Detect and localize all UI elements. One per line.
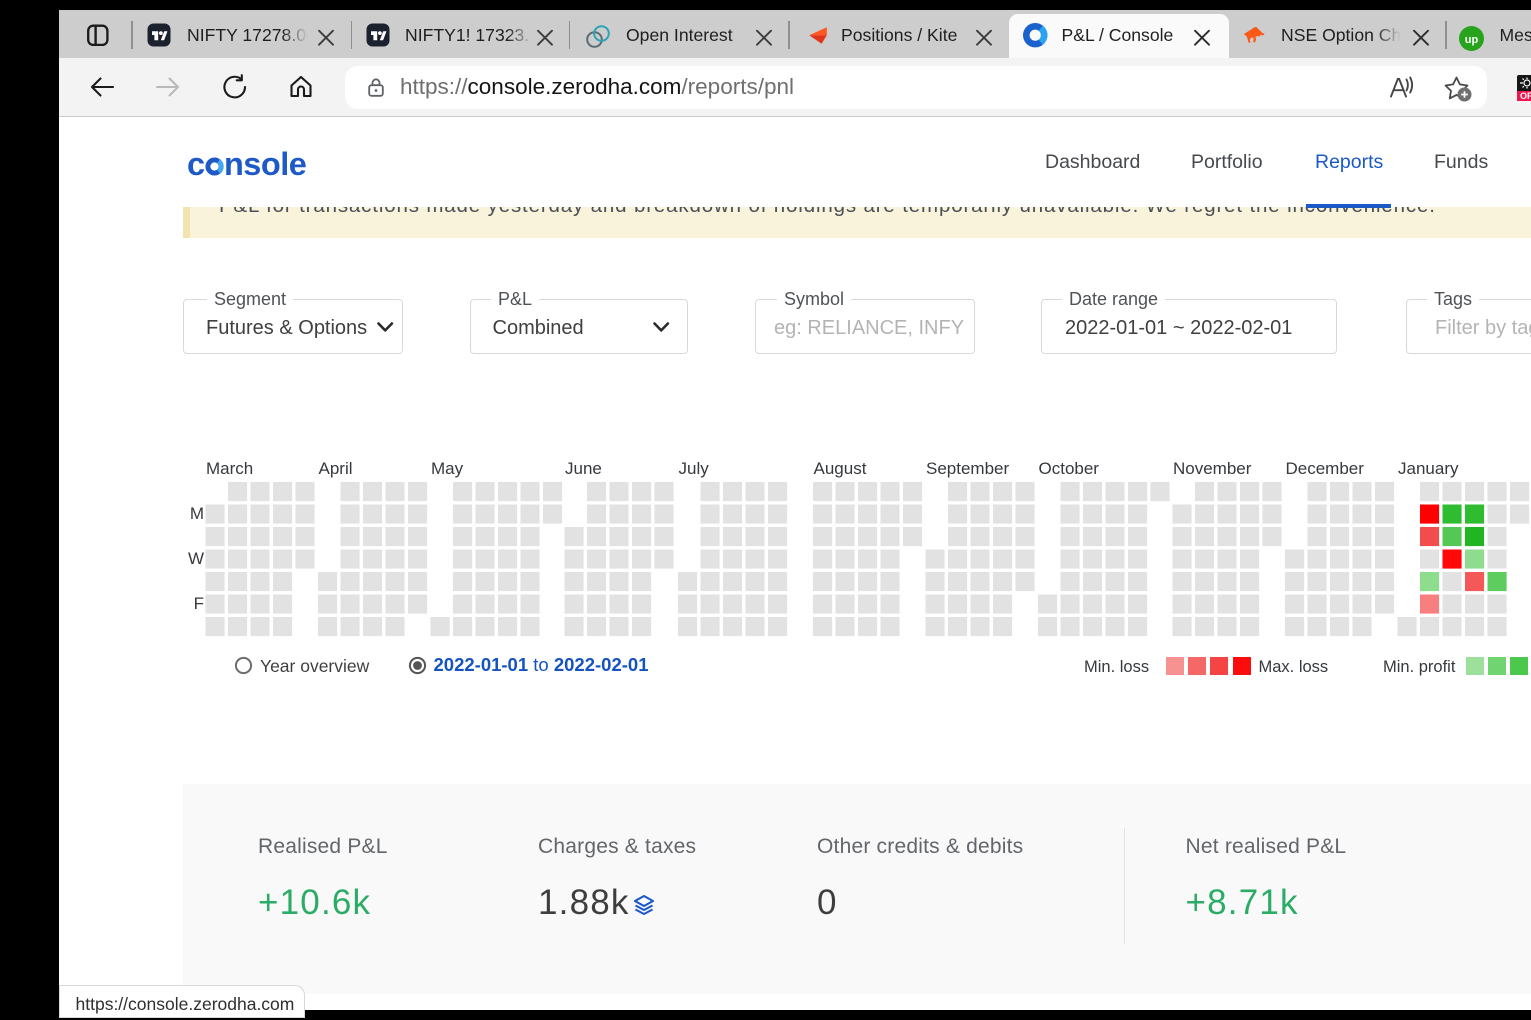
svg-text:up: up	[1465, 34, 1479, 46]
